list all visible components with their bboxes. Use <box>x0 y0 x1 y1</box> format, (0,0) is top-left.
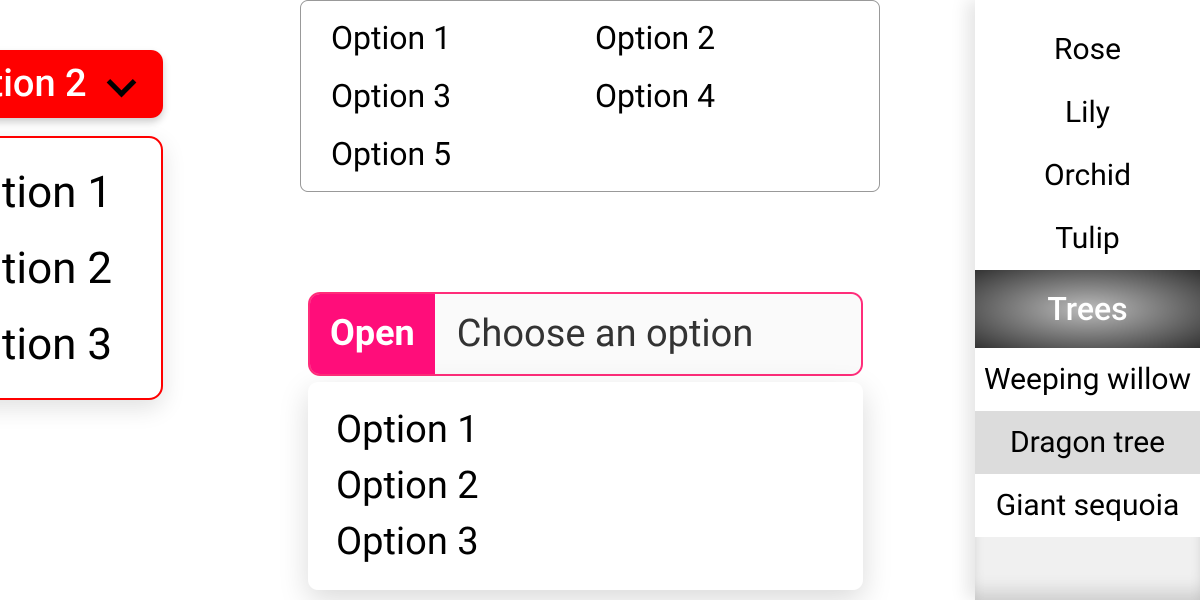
grid-option[interactable]: Option 3 <box>331 77 585 115</box>
right-panel-group-header: Trees <box>975 270 1200 348</box>
right-panel-tree[interactable]: Dragon tree <box>975 411 1200 474</box>
right-panel: Rose Lily Orchid Tulip Trees Weeping wil… <box>975 0 1200 600</box>
left-dropdown: Option 2 Option 1 Option 2 Option 3 <box>0 50 163 400</box>
right-panel-flower[interactable]: Rose <box>975 18 1200 81</box>
combo-option[interactable]: Option 2 <box>336 458 835 514</box>
combo-placeholder: Choose an option <box>435 294 861 374</box>
combo-trigger[interactable]: Open Choose an option <box>308 292 863 376</box>
left-dropdown-option[interactable]: Option 2 <box>0 230 131 306</box>
combo-open-button[interactable]: Open <box>310 294 435 374</box>
chevron-down-icon <box>107 70 135 98</box>
grid-option[interactable]: Option 4 <box>595 77 849 115</box>
panel-padding <box>975 0 1200 18</box>
combo-list: Option 1 Option 2 Option 3 <box>308 382 863 590</box>
left-dropdown-trigger[interactable]: Option 2 <box>0 50 163 118</box>
grid-option[interactable]: Option 2 <box>595 19 849 57</box>
right-panel-flower[interactable]: Orchid <box>975 144 1200 207</box>
right-panel-flower[interactable]: Tulip <box>975 207 1200 270</box>
combo-option[interactable]: Option 3 <box>336 514 835 570</box>
combo: Open Choose an option Option 1 Option 2 … <box>308 292 863 590</box>
right-panel-tree[interactable]: Giant sequoia <box>975 474 1200 537</box>
grid-option[interactable]: Option 1 <box>331 19 585 57</box>
option-grid: Option 1 Option 2 Option 3 Option 4 Opti… <box>300 0 880 192</box>
left-dropdown-option[interactable]: Option 1 <box>0 154 131 230</box>
combo-option[interactable]: Option 1 <box>336 402 835 458</box>
right-panel-tree[interactable]: Weeping willow <box>975 348 1200 411</box>
grid-option[interactable]: Option 5 <box>331 135 585 173</box>
left-dropdown-option[interactable]: Option 3 <box>0 306 131 382</box>
right-panel-flower[interactable]: Lily <box>975 81 1200 144</box>
left-dropdown-selected: Option 2 <box>0 62 87 106</box>
left-dropdown-list: Option 1 Option 2 Option 3 <box>0 136 163 400</box>
